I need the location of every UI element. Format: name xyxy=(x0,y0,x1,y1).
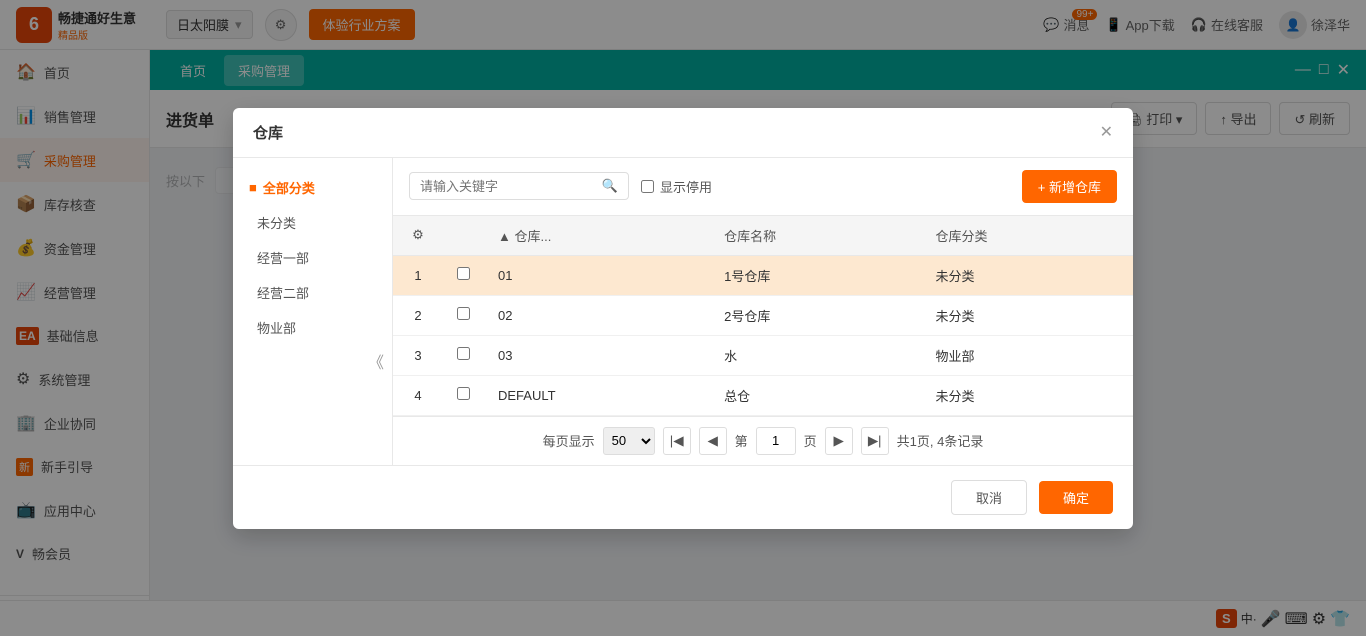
row-checkbox-cell xyxy=(443,375,484,415)
row-name: 2号仓库 xyxy=(710,295,921,335)
category-uncategorized[interactable]: 未分类 xyxy=(233,205,392,240)
dialog-close-button[interactable]: ✕ xyxy=(1100,122,1113,142)
row-checkbox-cell xyxy=(443,295,484,335)
dialog-footer: 取消 确定 xyxy=(233,465,1133,529)
row-code: 02 xyxy=(484,295,710,335)
row-num: 2 xyxy=(393,295,443,335)
warehouse-dialog: 仓库 ✕ ■ 全部分类 未分类 经营一部 经营二部 物业部 《 xyxy=(233,108,1133,529)
row-checkbox[interactable] xyxy=(457,347,470,360)
table-header: ⚙ ▲ 仓库... 仓库名称 仓库分类 xyxy=(393,216,1133,256)
row-checkbox[interactable] xyxy=(457,387,470,400)
collapse-icon: 《 xyxy=(368,349,384,373)
row-category: 未分类 xyxy=(922,375,1133,415)
category-panel: ■ 全部分类 未分类 经营一部 经营二部 物业部 《 xyxy=(233,158,393,465)
row-num: 4 xyxy=(393,375,443,415)
next-page-button[interactable]: ▶ xyxy=(825,427,853,455)
last-page-button[interactable]: ▶| xyxy=(861,427,889,455)
data-table: ⚙ ▲ 仓库... 仓库名称 仓库分类 1 01 xyxy=(393,216,1133,416)
add-warehouse-button[interactable]: + 新增仓库 xyxy=(1022,170,1117,203)
cancel-button[interactable]: 取消 xyxy=(951,480,1027,515)
col-category[interactable]: 仓库分类 xyxy=(922,216,1133,256)
row-checkbox[interactable] xyxy=(457,267,470,280)
row-code: 01 xyxy=(484,255,710,295)
page-label-before: 第 xyxy=(735,431,748,450)
col-gear: ⚙ xyxy=(393,216,443,256)
dialog-header: 仓库 ✕ xyxy=(233,108,1133,158)
search-icon[interactable]: 🔍 xyxy=(602,178,618,194)
first-page-button[interactable]: |◀ xyxy=(663,427,691,455)
row-name: 1号仓库 xyxy=(710,255,921,295)
row-category: 未分类 xyxy=(922,255,1133,295)
show-disabled-label: 显示停用 xyxy=(660,177,712,196)
table-body: 1 01 1号仓库 未分类 2 02 2号仓库 xyxy=(393,255,1133,415)
row-num: 3 xyxy=(393,335,443,375)
total-info: 共1页, 4条记录 xyxy=(897,431,984,450)
show-disabled-input[interactable] xyxy=(641,180,654,193)
row-category: 未分类 xyxy=(922,295,1133,335)
table-row[interactable]: 2 02 2号仓库 未分类 xyxy=(393,295,1133,335)
row-checkbox-cell xyxy=(443,335,484,375)
col-code[interactable]: ▲ 仓库... xyxy=(484,216,710,256)
per-page-label: 每页显示 xyxy=(543,431,595,450)
table-row[interactable]: 1 01 1号仓库 未分类 xyxy=(393,255,1133,295)
page-size-select[interactable]: 50 100 200 xyxy=(603,427,655,455)
prev-page-button[interactable]: ◀ xyxy=(699,427,727,455)
table-row[interactable]: 4 DEFAULT 总仓 未分类 xyxy=(393,375,1133,415)
page-input[interactable] xyxy=(756,427,796,455)
row-checkbox-cell xyxy=(443,255,484,295)
row-name: 总仓 xyxy=(710,375,921,415)
category-property[interactable]: 物业部 xyxy=(233,310,392,345)
search-box: 🔍 xyxy=(409,172,629,200)
warehouse-panel: 🔍 显示停用 + 新增仓库 ⚙ xyxy=(393,158,1133,465)
category-dept1[interactable]: 经营一部 xyxy=(233,240,392,275)
show-disabled-checkbox[interactable]: 显示停用 xyxy=(641,177,712,196)
all-categories-label: 全部分类 xyxy=(263,178,315,197)
grid-icon: ■ xyxy=(249,180,257,195)
row-code: 03 xyxy=(484,335,710,375)
page-label: 页 xyxy=(804,431,817,450)
modal-overlay: 仓库 ✕ ■ 全部分类 未分类 经营一部 经营二部 物业部 《 xyxy=(0,0,1366,636)
warehouse-toolbar: 🔍 显示停用 + 新增仓库 xyxy=(393,158,1133,216)
row-name: 水 xyxy=(710,335,921,375)
warehouse-table: ⚙ ▲ 仓库... 仓库名称 仓库分类 1 01 xyxy=(393,216,1133,416)
col-checkbox xyxy=(443,216,484,256)
row-category: 物业部 xyxy=(922,335,1133,375)
collapse-button[interactable]: 《 xyxy=(233,345,392,377)
row-code: DEFAULT xyxy=(484,375,710,415)
dialog-title: 仓库 xyxy=(253,122,283,143)
row-num: 1 xyxy=(393,255,443,295)
confirm-button[interactable]: 确定 xyxy=(1039,481,1113,514)
category-dept2[interactable]: 经营二部 xyxy=(233,275,392,310)
dialog-body: ■ 全部分类 未分类 经营一部 经营二部 物业部 《 🔍 xyxy=(233,158,1133,465)
all-categories-button[interactable]: ■ 全部分类 xyxy=(233,170,392,205)
table-row[interactable]: 3 03 水 物业部 xyxy=(393,335,1133,375)
pagination: 每页显示 50 100 200 |◀ ◀ 第 页 ▶ ▶| 共1页, 4条记录 xyxy=(393,416,1133,465)
search-input[interactable] xyxy=(420,179,602,194)
row-checkbox[interactable] xyxy=(457,307,470,320)
col-name[interactable]: 仓库名称 xyxy=(710,216,921,256)
